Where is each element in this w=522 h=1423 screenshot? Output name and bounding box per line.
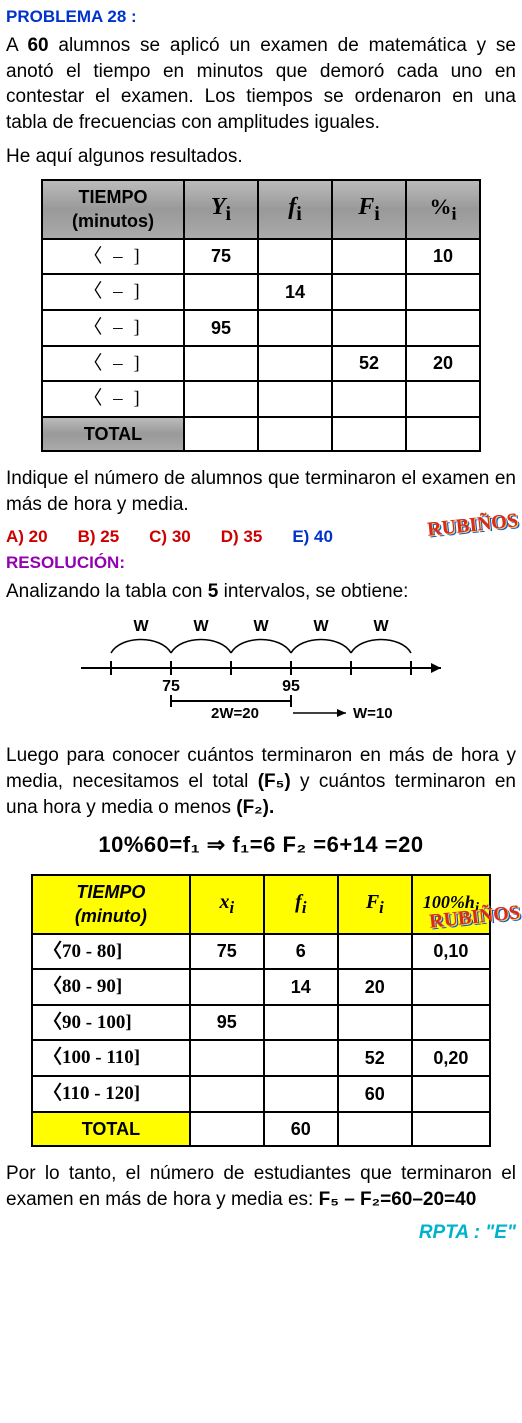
th-tiempo: TIEMPO (minutos) (72, 187, 154, 231)
svg-text:2W=20: 2W=20 (211, 705, 259, 722)
option-c: C) 30 (149, 526, 191, 549)
svg-text:95: 95 (282, 678, 300, 695)
table-row: 〈 – ] (42, 381, 480, 417)
table-row: 〈 – ] 75 10 (42, 239, 480, 275)
table-row-total: TOTAL 60 (32, 1112, 490, 1146)
frequency-table-given: TIEMPO (minutos) Yi fi Fi %i 〈 – ] 75 10… (41, 179, 481, 452)
table-row: 〈70 - 80] 75 6 0,10 (32, 934, 490, 970)
resolution-label: RESOLUCIÓN: (6, 552, 516, 575)
option-d: D) 35 (221, 526, 263, 549)
svg-text:W: W (373, 618, 389, 635)
problem-paragraph-2: He aquí algunos resultados. (6, 144, 516, 170)
table-row: 〈 – ] 52 20 (42, 346, 480, 382)
table-row: 〈 – ] 14 (42, 274, 480, 310)
table-row: 〈100 - 110] 52 0,20 (32, 1040, 490, 1076)
answer-options: A) 20 B) 25 C) 30 D) 35 E) 40 (6, 526, 516, 549)
table-row: 〈 – ] 95 (42, 310, 480, 346)
table-row-total: TOTAL (42, 417, 480, 451)
resolution-p3: Por lo tanto, el número de estudiantes q… (6, 1161, 516, 1212)
svg-text:W: W (253, 618, 269, 635)
number-line-diagram: W W W W W 75 95 2W=20 W=10 (6, 613, 516, 729)
problem-paragraph-1: A 60 alumnos se aplicó un examen de mate… (6, 33, 516, 136)
svg-text:W: W (133, 618, 149, 635)
svg-text:W=10: W=10 (353, 705, 393, 722)
option-b: B) 25 (78, 526, 120, 549)
table-row: 〈110 - 120] 60 (32, 1076, 490, 1112)
table-row: 〈80 - 90] 14 20 (32, 969, 490, 1005)
option-e: E) 40 (292, 526, 333, 549)
svg-text:W: W (193, 618, 209, 635)
question-text: Indique el número de alumnos que termina… (6, 466, 516, 517)
final-answer: RPTA : "E" (6, 1220, 516, 1246)
problem-label: PROBLEMA 28 : (6, 6, 516, 29)
frequency-table-solved: TIEMPO (minuto) xi fi Fi 100%hi 〈70 - 80… (31, 874, 491, 1147)
resolution-p2: Luego para conocer cuántos terminaron en… (6, 743, 516, 820)
svg-text:W: W (313, 618, 329, 635)
svg-text:75: 75 (162, 678, 180, 695)
table-row: 〈90 - 100] 95 (32, 1005, 490, 1041)
resolution-p1: Analizando la tabla con 5 intervalos, se… (6, 579, 516, 605)
option-a: A) 20 (6, 526, 48, 549)
math-derivation: 10%60=f₁ ⇒ f₁=6 F₂ =6+14 =20 (6, 830, 516, 860)
